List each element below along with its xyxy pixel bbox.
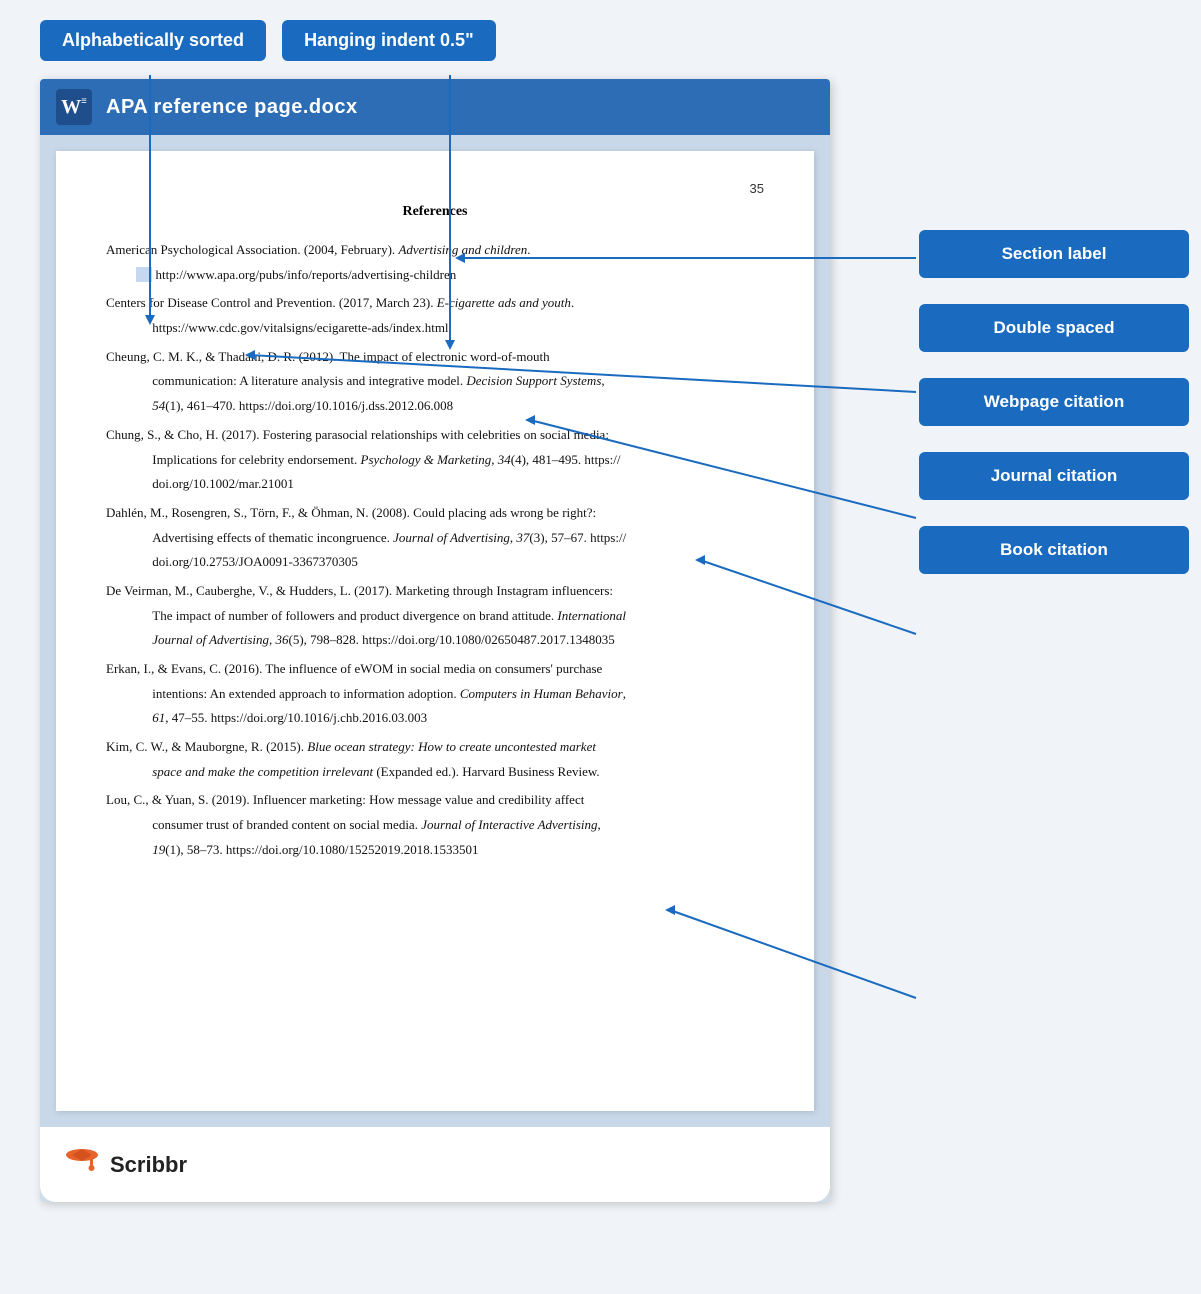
- ref-entry-3: Cheung, C. M. K., & Thadani, D. R. (2012…: [106, 345, 764, 419]
- scribbr-footer: Scribbr: [40, 1127, 830, 1202]
- word-body: 35 References American Psychological Ass…: [40, 135, 830, 1127]
- ref-entry-5: Dahlén, M., Rosengren, S., Törn, F., & Ö…: [106, 501, 764, 575]
- double-spaced-btn: Double spaced: [919, 304, 1189, 352]
- ref-entry-7: Erkan, I., & Evans, C. (2016). The influ…: [106, 657, 764, 731]
- reference-list: American Psychological Association. (200…: [106, 238, 764, 863]
- document-page: 35 References American Psychological Ass…: [56, 151, 814, 1111]
- word-window: W ≡ APA reference page.docx 35 Reference…: [40, 79, 830, 1202]
- webpage-citation-btn: Webpage citation: [919, 378, 1189, 426]
- scribbr-logo-icon: [64, 1145, 100, 1184]
- ref-entry-2: Centers for Disease Control and Preventi…: [106, 291, 764, 340]
- outer-container: Alphabetically sorted Hanging indent 0.5…: [0, 0, 1201, 1294]
- references-heading: References: [106, 204, 764, 220]
- ref-entry-9: Lou, C., & Yuan, S. (2019). Influencer m…: [106, 788, 764, 862]
- ref-entry-6: De Veirman, M., Cauberghe, V., & Hudders…: [106, 579, 764, 653]
- word-title: APA reference page.docx: [106, 96, 358, 119]
- journal-citation-btn: Journal citation: [919, 452, 1189, 500]
- scribbr-hat-svg: [64, 1145, 100, 1177]
- ref-entry-4: Chung, S., & Cho, H. (2017). Fostering p…: [106, 423, 764, 497]
- section-label-btn: Section label: [919, 230, 1189, 278]
- word-titlebar: W ≡ APA reference page.docx: [40, 79, 830, 135]
- ref-entry-8: Kim, C. W., & Mauborgne, R. (2015). Blue…: [106, 735, 764, 784]
- scribbr-name: Scribbr: [110, 1152, 187, 1178]
- right-label-panel: Section label Double spaced Webpage cita…: [919, 230, 1189, 586]
- book-citation-btn: Book citation: [919, 526, 1189, 574]
- top-badges: Alphabetically sorted Hanging indent 0.5…: [40, 20, 1181, 61]
- word-icon: W ≡: [56, 89, 92, 125]
- alphabetically-sorted-badge: Alphabetically sorted: [40, 20, 266, 61]
- hanging-indent-highlight: [136, 267, 152, 282]
- page-number: 35: [106, 181, 764, 196]
- hanging-indent-badge: Hanging indent 0.5": [282, 20, 496, 61]
- ref-entry-1: American Psychological Association. (200…: [106, 238, 764, 287]
